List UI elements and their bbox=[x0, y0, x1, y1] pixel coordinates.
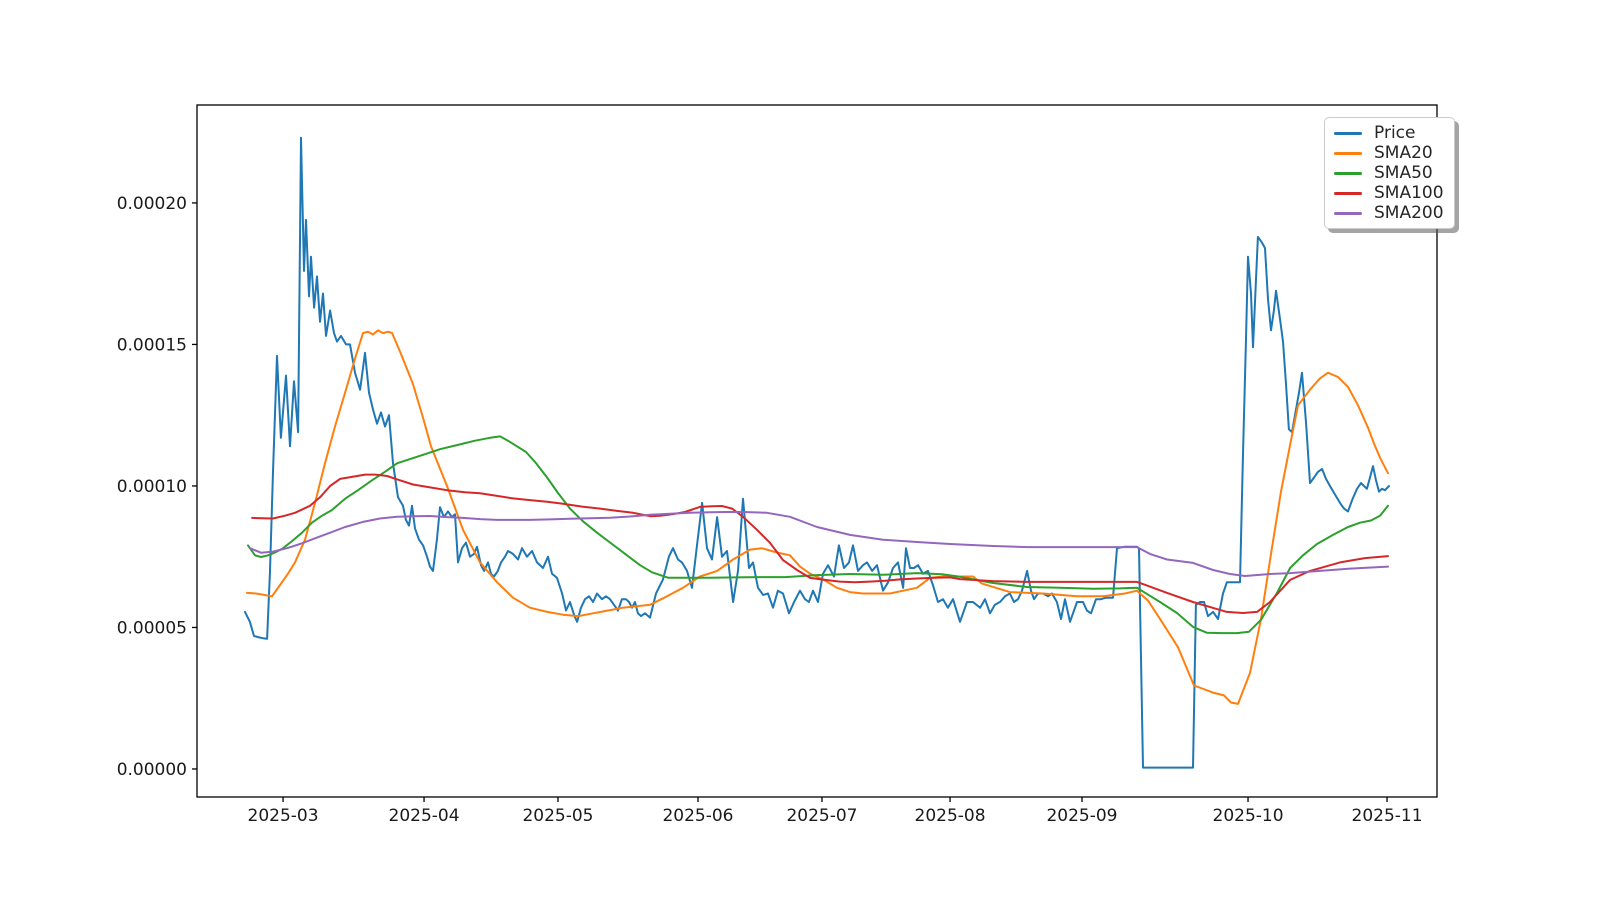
legend: Price SMA20 SMA50 SMA100 SMA200 bbox=[1324, 117, 1455, 229]
x-tick-label: 2025-05 bbox=[522, 806, 593, 826]
y-tick-label: 0.00000 bbox=[117, 760, 187, 780]
legend-line-swatch bbox=[1334, 171, 1362, 175]
y-tick-label: 0.00010 bbox=[117, 477, 187, 497]
legend-label: SMA100 bbox=[1374, 183, 1444, 203]
legend-line-swatch bbox=[1334, 131, 1362, 135]
y-tick-label: 0.00020 bbox=[117, 194, 187, 214]
x-tick-label: 2025-08 bbox=[915, 806, 986, 826]
x-tick-label: 2025-04 bbox=[389, 806, 460, 826]
chart-figure: 2025-03 2025-04 2025-05 2025-06 2025-07 2025-… bbox=[0, 0, 1600, 900]
legend-label: SMA50 bbox=[1374, 163, 1433, 183]
legend-label: SMA200 bbox=[1374, 203, 1444, 223]
x-tick-label: 2025-11 bbox=[1352, 806, 1423, 826]
x-axis: 2025-03 2025-04 2025-05 2025-06 2025-07 2025-… bbox=[248, 797, 1423, 826]
legend-item-SMA20: SMA20 bbox=[1334, 143, 1444, 163]
legend-label: SMA20 bbox=[1374, 143, 1433, 163]
series-Price bbox=[244, 136, 1390, 769]
legend-item-Price: Price bbox=[1334, 123, 1444, 143]
series-SMA200 bbox=[248, 511, 1389, 577]
legend-line-swatch bbox=[1334, 191, 1362, 195]
series-SMA50 bbox=[247, 435, 1389, 635]
legend-item-SMA200: SMA200 bbox=[1334, 203, 1444, 223]
x-tick-label: 2025-10 bbox=[1213, 806, 1284, 826]
x-tick-label: 2025-09 bbox=[1046, 806, 1117, 826]
y-axis: 0.00000 0.00005 0.00010 0.00015 0.00020 bbox=[117, 194, 197, 780]
x-tick-label: 2025-03 bbox=[248, 806, 319, 826]
y-tick-label: 0.00015 bbox=[117, 335, 187, 355]
plot-border bbox=[196, 104, 1438, 798]
x-tick-label: 2025-06 bbox=[662, 806, 733, 826]
x-tick-label: 2025-07 bbox=[786, 806, 857, 826]
legend-line-swatch bbox=[1334, 211, 1362, 215]
legend-item-SMA100: SMA100 bbox=[1334, 183, 1444, 203]
legend-label: Price bbox=[1374, 123, 1416, 143]
legend-line-swatch bbox=[1334, 151, 1362, 155]
legend-item-SMA50: SMA50 bbox=[1334, 163, 1444, 183]
y-tick-label: 0.00005 bbox=[117, 618, 187, 638]
